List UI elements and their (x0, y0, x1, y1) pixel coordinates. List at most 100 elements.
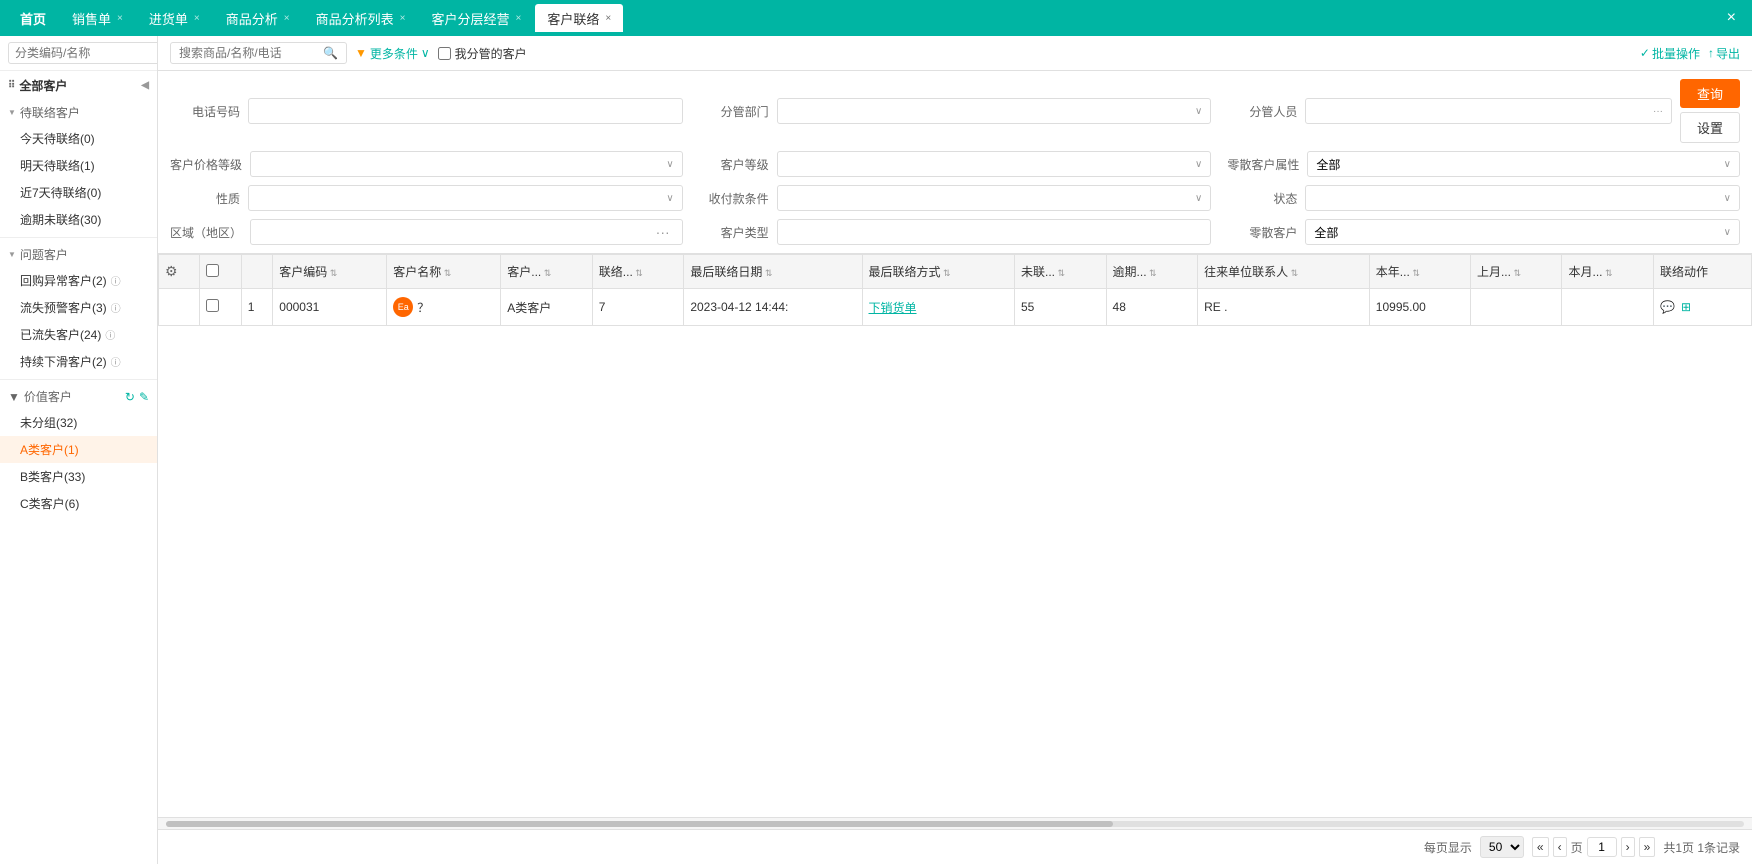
col-header-last_month[interactable]: 上月... ⇅ (1470, 255, 1562, 289)
dept-select[interactable]: ∨ (777, 98, 1212, 124)
nav-tab-goods-analysis-list[interactable]: 商品分析列表× (304, 4, 418, 32)
query-button[interactable]: 查询 (1680, 79, 1740, 108)
col-header-type[interactable]: 客户... ⇅ (501, 255, 593, 289)
nav-tab-goods-analysis[interactable]: 商品分析× (214, 4, 302, 32)
problem-group[interactable]: ▼ 问题客户 (0, 242, 157, 267)
status-select[interactable]: ∨ (1305, 185, 1740, 211)
problem-item-0[interactable]: 回购异常客户(2)ⓘ (0, 267, 157, 294)
nav-tab-home[interactable]: 首页 (8, 4, 58, 32)
col-header-no_contact[interactable]: 未联... ⇅ (1015, 255, 1107, 289)
customer-type-select[interactable] (777, 219, 1212, 245)
sort-icon-this_month: ⇅ (1603, 268, 1613, 278)
pending-item-0[interactable]: 今天待联络(0) (0, 125, 157, 152)
close-tab-goods-analysis-list-icon[interactable]: × (400, 13, 406, 24)
prev-page-btn[interactable]: ‹ (1553, 837, 1567, 857)
filter-price-level: 客户价格等级 ∨ (170, 151, 683, 177)
col-header-contact[interactable]: 联络... ⇅ (592, 255, 684, 289)
refresh-icon[interactable]: ↻ (125, 390, 135, 404)
search-icon[interactable]: 🔍 (323, 46, 338, 60)
value-item-2[interactable]: B类客户(33) (0, 463, 157, 490)
nav-tab-customer-segment[interactable]: 客户分层经营× (419, 4, 533, 32)
value-item-0[interactable]: 未分组(32) (0, 409, 157, 436)
retail-attr-label: 零散客户属性 (1227, 156, 1299, 173)
chat-icon[interactable]: 💬 (1660, 300, 1675, 314)
dept-arrow: ∨ (1195, 106, 1202, 117)
price-level-select[interactable]: ∨ (250, 151, 683, 177)
retail-attr-select[interactable]: 全部 ∨ (1307, 151, 1740, 177)
customer-level-select[interactable]: ∨ (777, 151, 1212, 177)
col-header-code[interactable]: 客户编码 ⇅ (273, 255, 387, 289)
more-conditions-btn[interactable]: ▼ 更多条件 ∨ (355, 45, 430, 62)
close-tab-customer-segment-icon[interactable]: × (515, 13, 521, 24)
pending-item-2[interactable]: 近7天待联络(0) (0, 179, 157, 206)
last-contact-method-link[interactable]: 下销货单 (869, 301, 917, 315)
sort-icon-code: ⇅ (327, 268, 337, 278)
close-tab-sales-icon[interactable]: × (117, 13, 123, 24)
col-header-name[interactable]: 客户名称 ⇅ (387, 255, 501, 289)
edit-icon[interactable]: ✎ (139, 390, 149, 404)
problem-item-2[interactable]: 已流失客户(24)ⓘ (0, 321, 157, 348)
filter-action-buttons: 查询 设置 (1680, 79, 1740, 143)
cell-checkbox[interactable] (200, 289, 242, 326)
retail-customer-select[interactable]: 全部 ∨ (1305, 219, 1740, 245)
col-header-last_contact_date[interactable]: 最后联络日期 ⇅ (684, 255, 862, 289)
horizontal-scrollbar[interactable] (158, 817, 1752, 829)
close-tab-customer-contact-icon[interactable]: × (605, 13, 611, 24)
col-header-overdue[interactable]: 逾期... ⇅ (1106, 255, 1198, 289)
sort-icon-no_contact: ⇅ (1055, 268, 1065, 278)
pending-item-1[interactable]: 明天待联络(1) (0, 152, 157, 179)
pending-item-3[interactable]: 逾期未联络(30) (0, 206, 157, 233)
my-customers-label: 我分管的客户 (455, 45, 527, 62)
toolbar: 🔍 ▼ 更多条件 ∨ 我分管的客户 ✓ 批量操作 ↑ 导出 (158, 36, 1752, 71)
col-header-this_month[interactable]: 本月... ⇅ (1562, 255, 1654, 289)
export-btn[interactable]: ↑ 导出 (1708, 45, 1740, 62)
pending-group[interactable]: ▼ 待联络客户 (0, 100, 157, 125)
all-customers-header[interactable]: ⠿ 全部客户 ◀ (0, 71, 157, 100)
export-label: 导出 (1716, 45, 1740, 62)
phone-input[interactable] (248, 98, 683, 124)
col-header-unit_contact[interactable]: 往来单位联系人 ⇅ (1198, 255, 1370, 289)
sidebar-search-input[interactable] (8, 42, 158, 64)
first-page-btn[interactable]: « (1532, 837, 1549, 857)
filter-retail-customer: 零散客户 全部 ∨ (1227, 219, 1740, 245)
close-tab-purchase-icon[interactable]: × (194, 13, 200, 24)
nature-select[interactable]: ∨ (248, 185, 683, 211)
settings-gear-icon[interactable]: ⚙ (165, 263, 178, 279)
row-checkbox[interactable] (206, 299, 219, 312)
phone-label: 电话号码 (170, 103, 240, 120)
batch-ops-btn[interactable]: ✓ 批量操作 (1640, 45, 1700, 62)
value-item-3[interactable]: C类客户(6) (0, 490, 157, 517)
problem-items: 回购异常客户(2)ⓘ流失预警客户(3)ⓘ已流失客户(24)ⓘ 持续下滑客户(2) ⓘ (0, 267, 157, 375)
payment-select[interactable]: ∨ (777, 185, 1212, 211)
value-item-1[interactable]: A类客户(1) (0, 436, 157, 463)
sort-icon-this_year: ⇅ (1410, 268, 1420, 278)
next-page-btn[interactable]: › (1621, 837, 1635, 857)
problem-item-label-3: 持续下滑客户(2) (20, 353, 107, 370)
search-input[interactable] (179, 46, 319, 60)
per-page-select[interactable]: 50 (1480, 836, 1524, 858)
grid-icon[interactable]: ⊞ (1681, 300, 1691, 314)
filter-dept: 分管部门 ∨ (699, 79, 1212, 143)
page-input[interactable] (1587, 837, 1617, 857)
last-page-btn[interactable]: » (1639, 837, 1656, 857)
nav-tab-customer-contact[interactable]: 客户联络× (535, 4, 623, 32)
area-select[interactable]: ··· (250, 219, 683, 245)
problem-item-info-icon-3: ⓘ (111, 354, 121, 369)
col-header-last_contact_method[interactable]: 最后联络方式 ⇅ (862, 255, 1014, 289)
page-nav: « ‹ 页 › » (1532, 837, 1655, 857)
area-dots[interactable]: ··· (652, 224, 674, 240)
nav-tab-purchase[interactable]: 进货单× (137, 4, 212, 32)
problem-item-3[interactable]: 持续下滑客户(2) ⓘ (0, 348, 157, 375)
my-customers-checkbox[interactable] (438, 47, 451, 60)
settings-button[interactable]: 设置 (1680, 112, 1740, 143)
col-header-this_year[interactable]: 本年... ⇅ (1369, 255, 1470, 289)
person-arrow: ··· (1653, 106, 1663, 117)
nav-tab-sales[interactable]: 销售单× (60, 4, 135, 32)
close-tab-goods-analysis-icon[interactable]: × (284, 13, 290, 24)
select-all-checkbox[interactable] (206, 264, 219, 277)
value-item-label-2: B类客户(33) (20, 468, 85, 485)
search-box: 🔍 (170, 42, 347, 64)
problem-item-1[interactable]: 流失预警客户(3)ⓘ (0, 294, 157, 321)
person-select[interactable]: ··· (1305, 98, 1672, 124)
close-all-button[interactable]: × (1719, 9, 1744, 27)
